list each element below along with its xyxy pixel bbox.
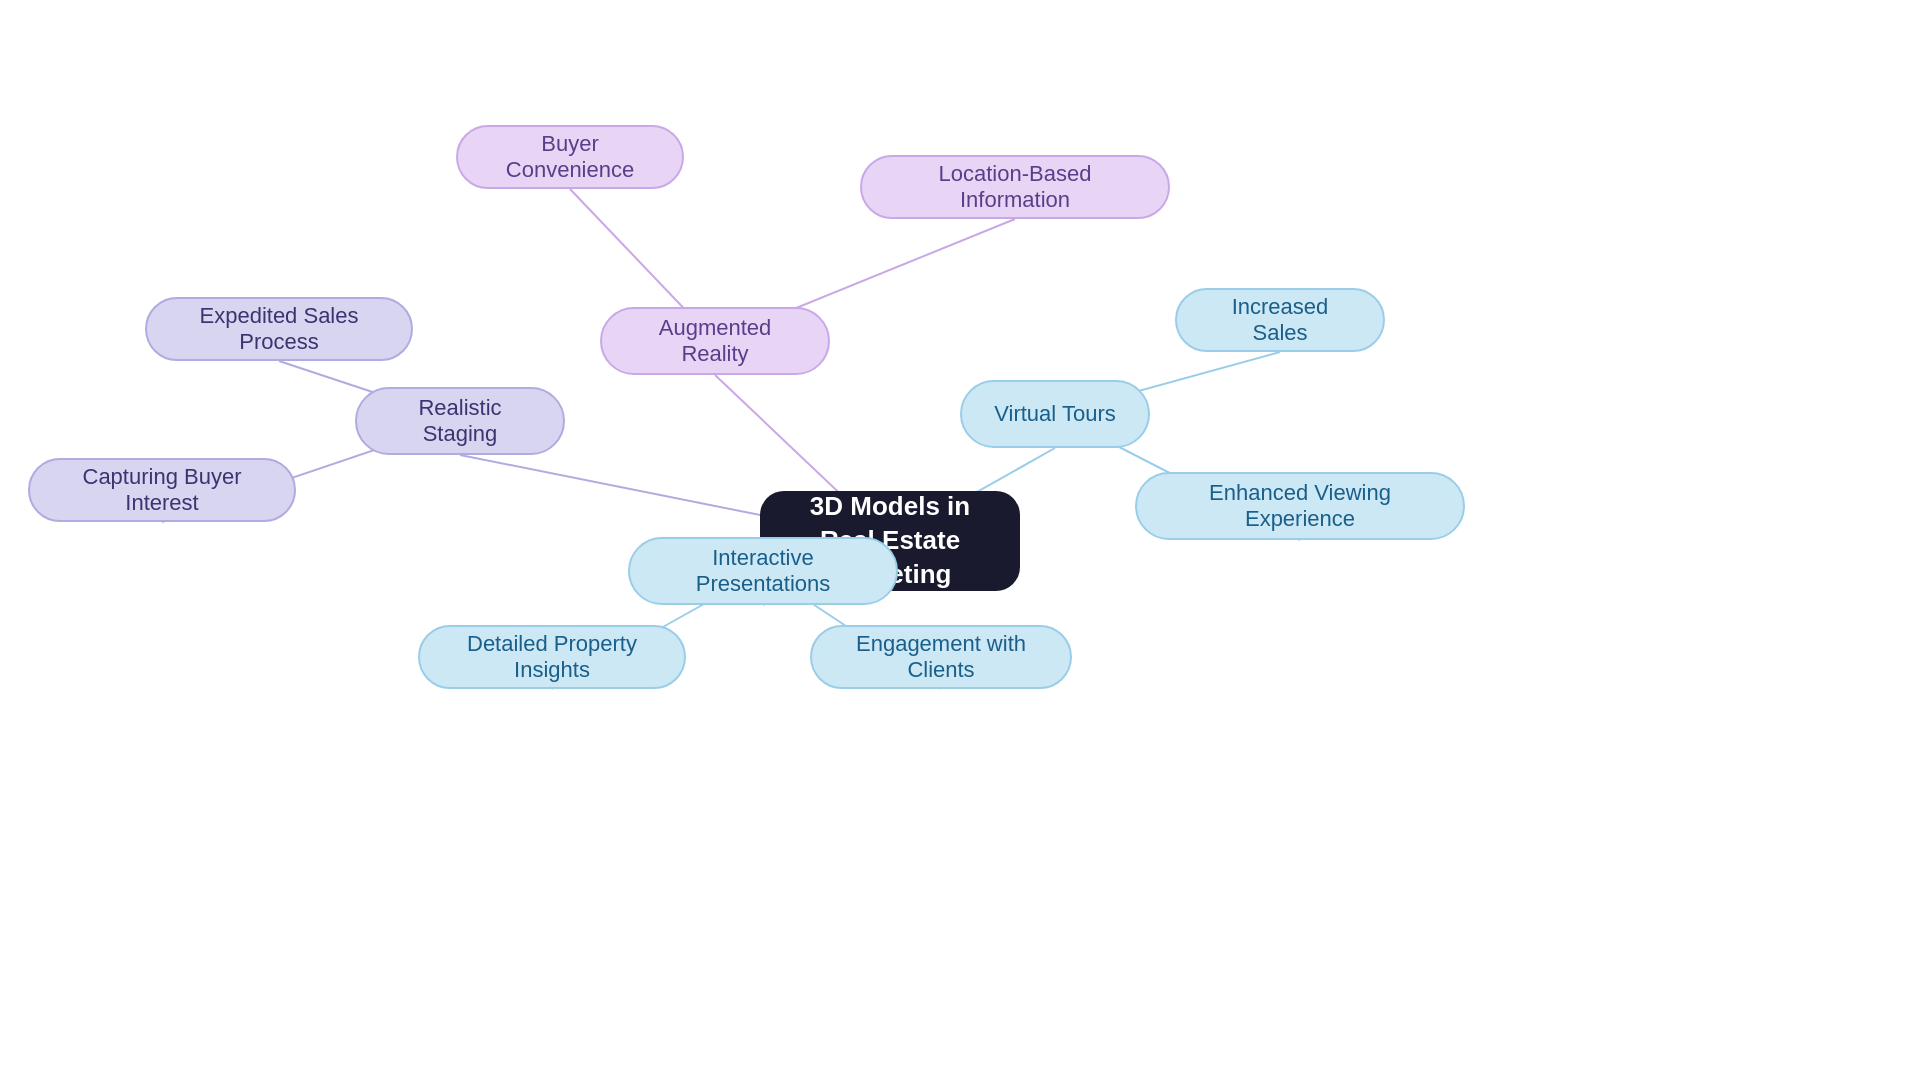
node-augmented-reality-label: Augmented Reality	[630, 315, 800, 367]
node-expedited-sales-label: Expedited Sales Process	[175, 303, 383, 355]
node-enhanced-viewing[interactable]: Enhanced Viewing Experience	[1135, 472, 1465, 540]
node-enhanced-viewing-label: Enhanced Viewing Experience	[1165, 480, 1435, 532]
node-engagement-clients[interactable]: Engagement with Clients	[810, 625, 1072, 689]
node-realistic-staging[interactable]: Realistic Staging	[355, 387, 565, 455]
node-capturing-buyer-label: Capturing Buyer Interest	[58, 464, 266, 516]
node-buyer-convenience[interactable]: Buyer Convenience	[456, 125, 684, 189]
node-increased-sales-label: Increased Sales	[1205, 294, 1355, 346]
node-detailed-property-label: Detailed Property Insights	[448, 631, 656, 683]
node-buyer-convenience-label: Buyer Convenience	[486, 131, 654, 183]
node-interactive-presentations[interactable]: Interactive Presentations	[628, 537, 898, 605]
node-increased-sales[interactable]: Increased Sales	[1175, 288, 1385, 352]
node-location-based[interactable]: Location-Based Information	[860, 155, 1170, 219]
node-location-based-label: Location-Based Information	[890, 161, 1140, 213]
node-augmented-reality[interactable]: Augmented Reality	[600, 307, 830, 375]
node-capturing-buyer[interactable]: Capturing Buyer Interest	[28, 458, 296, 522]
node-virtual-tours-label: Virtual Tours	[994, 401, 1115, 427]
node-interactive-presentations-label: Interactive Presentations	[658, 545, 868, 597]
node-engagement-clients-label: Engagement with Clients	[840, 631, 1042, 683]
node-expedited-sales[interactable]: Expedited Sales Process	[145, 297, 413, 361]
node-realistic-staging-label: Realistic Staging	[385, 395, 535, 447]
node-detailed-property[interactable]: Detailed Property Insights	[418, 625, 686, 689]
node-virtual-tours[interactable]: Virtual Tours	[960, 380, 1150, 448]
